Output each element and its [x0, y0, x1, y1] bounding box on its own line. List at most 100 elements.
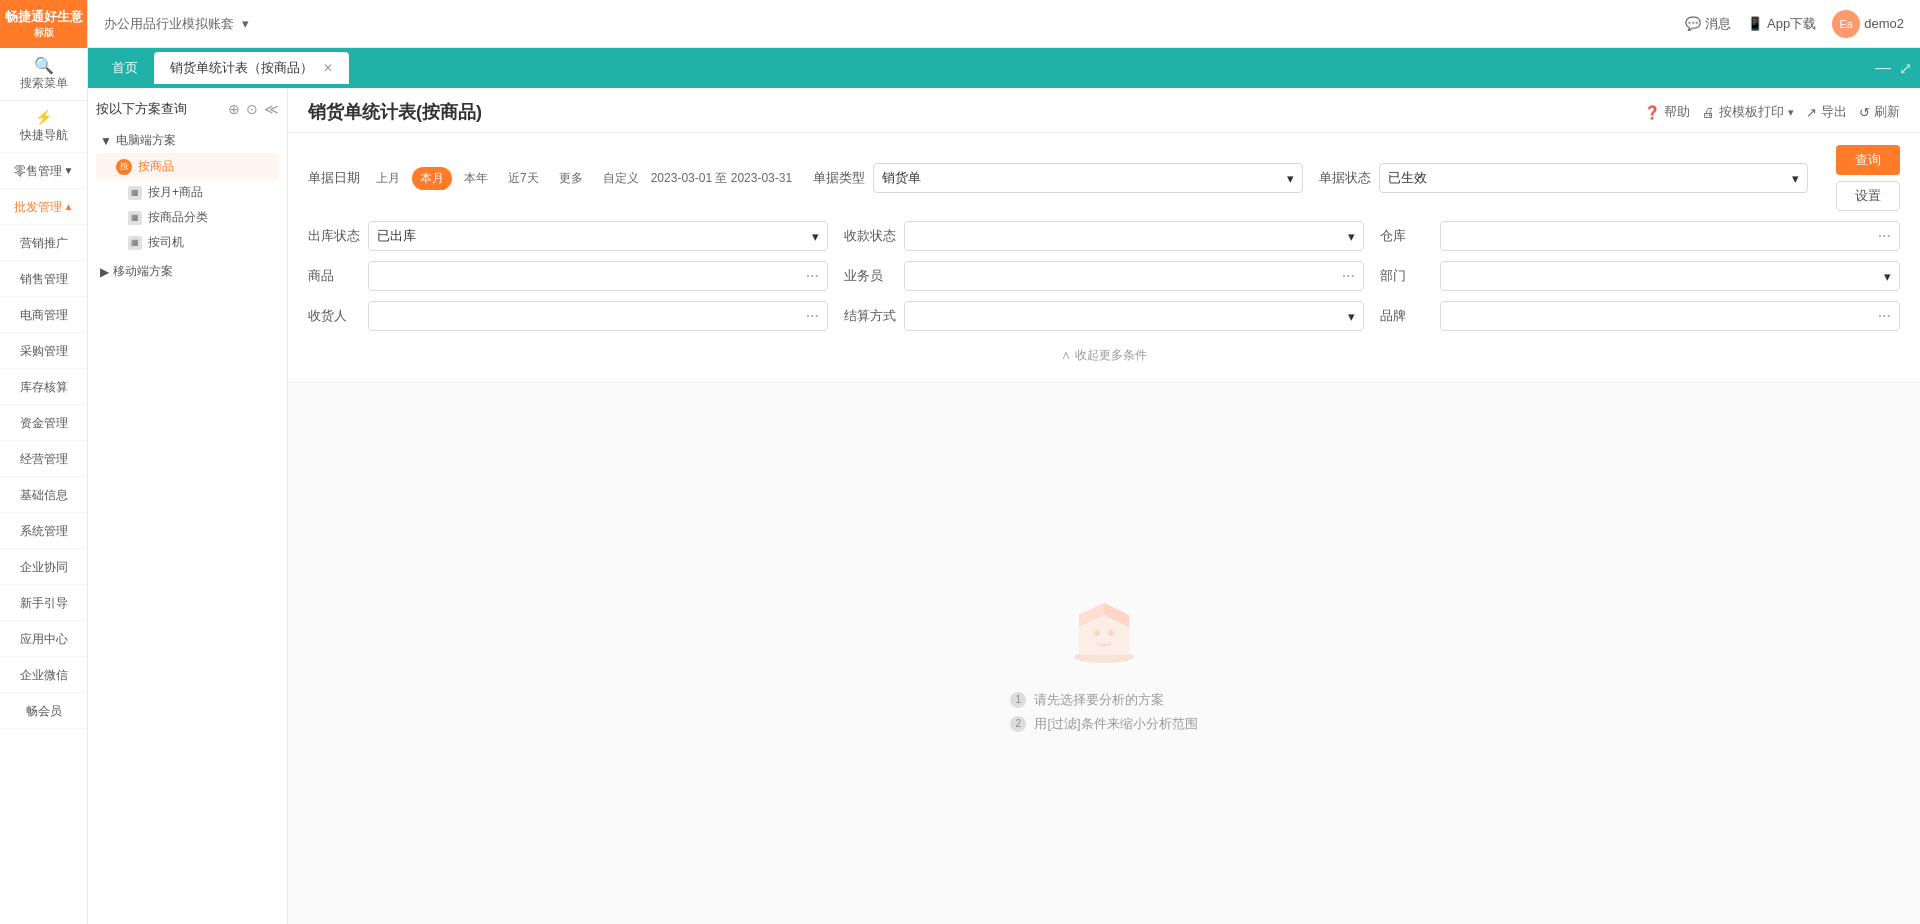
tree-item-by-month-goods[interactable]: ▦ 按月+商品 [96, 180, 279, 205]
brand-dots-icon[interactable]: ··· [1878, 307, 1891, 325]
expand-icon: ▼ [100, 134, 112, 148]
message-btn[interactable]: 💬 消息 [1685, 15, 1731, 33]
add-scheme-icon[interactable]: ⊕ [228, 101, 240, 117]
goods-dots-icon[interactable]: ··· [806, 267, 819, 285]
app-download-btn[interactable]: 📱 App下载 [1747, 15, 1816, 33]
table-icon-1: ▦ [128, 186, 142, 200]
print-btn[interactable]: 🖨 按模板打印 ▾ [1702, 103, 1794, 121]
sidebar-item-wholesale[interactable]: 批发管理 ▲ [0, 189, 87, 225]
payment-method-chevron-icon: ▾ [1348, 309, 1355, 324]
sidebar-item-sales[interactable]: 销售管理 [0, 261, 87, 297]
sidebar-item-operations[interactable]: 经营管理 [0, 441, 87, 477]
date-tab-more[interactable]: 更多 [551, 167, 591, 190]
date-tab-this-month[interactable]: 本月 [412, 167, 452, 190]
empty-tips: 1 请先选择要分析的方案 2 用[过滤]条件来缩小分析范围 [1010, 691, 1197, 733]
sidebar-item-finance[interactable]: 资金管理 [0, 405, 87, 441]
sidebar-item-marketing[interactable]: 营销推广 [0, 225, 87, 261]
logo-main: 畅捷通好生意 [5, 9, 83, 26]
top-header: 办公用品行业模拟账套 ▾ 💬 消息 📱 App下载 Ea demo2 [88, 0, 1920, 48]
desktop-label: 电脑端方案 [116, 132, 176, 149]
payment-status-label: 收款状态 [844, 227, 896, 245]
warehouse-status-select[interactable]: 已出库 ▾ [368, 221, 828, 251]
tab-close-icon[interactable]: ✕ [323, 61, 333, 75]
export-btn[interactable]: ↗ 导出 [1806, 103, 1847, 121]
filter-date: 单据日期 上月 本月 本年 近7天 更多 自定义 2023-03-01 至 20… [308, 167, 797, 190]
receiver-select[interactable]: ··· [368, 301, 828, 331]
refresh-icon: ↺ [1859, 105, 1870, 120]
help-btn[interactable]: ❓ 帮助 [1644, 103, 1690, 121]
edit-scheme-icon[interactable]: ⊙ [246, 101, 258, 117]
tip-num-1: 1 [1010, 692, 1026, 708]
print-dropdown-icon[interactable]: ▾ [1788, 106, 1794, 119]
collapse-bar[interactable]: ∧ 收起更多条件 [308, 341, 1900, 370]
payment-method-label: 结算方式 [844, 307, 896, 325]
header-right: 💬 消息 📱 App下载 Ea demo2 [1685, 10, 1904, 38]
dept-label: 部门 [1380, 267, 1432, 285]
tab-maximize-icon[interactable]: ⤢ [1899, 59, 1912, 78]
tree-item-by-category[interactable]: ▦ 按商品分类 [96, 205, 279, 230]
sidebar-item-app-center[interactable]: 应用中心 [0, 621, 87, 657]
query-button[interactable]: 查询 [1836, 145, 1900, 175]
date-tab-this-year[interactable]: 本年 [456, 167, 496, 190]
brand-label: 品牌 [1380, 307, 1432, 325]
sidebar-item-search-menu[interactable]: 🔍 搜索菜单 [0, 48, 87, 101]
print-icon: 🖨 [1702, 105, 1715, 120]
salesperson-select[interactable]: ··· [904, 261, 1364, 291]
warehouse-status-chevron-icon: ▾ [812, 229, 819, 244]
salesperson-dots-icon[interactable]: ··· [1342, 267, 1355, 285]
filter-goods: 商品 ··· [308, 261, 828, 291]
empty-tip-2: 2 用[过滤]条件来缩小分析范围 [1010, 715, 1197, 733]
tree-item-by-goods[interactable]: 按 按商品 [96, 153, 279, 180]
sidebar-item-enterprise[interactable]: 企业协同 [0, 549, 87, 585]
goods-select[interactable]: ··· [368, 261, 828, 291]
dept-select[interactable]: ▾ [1440, 261, 1900, 291]
sidebar-item-ecommerce[interactable]: 电商管理 [0, 297, 87, 333]
sidebar-item-basic[interactable]: 基础信息 [0, 477, 87, 513]
sidebar-item-system[interactable]: 系统管理 [0, 513, 87, 549]
filter-brand: 品牌 ··· [1380, 301, 1900, 331]
salesperson-label: 业务员 [844, 267, 896, 285]
sidebar-item-inventory[interactable]: 库存核算 [0, 369, 87, 405]
sidebar-item-retail[interactable]: 零售管理 ▼ [0, 153, 87, 189]
sidebar-item-quick-nav[interactable]: ⚡ 快捷导航 [0, 101, 87, 153]
dropdown-icon[interactable]: ▾ [242, 16, 249, 31]
mobile-section-header[interactable]: ▶ 移动端方案 [96, 259, 279, 284]
tree-item-by-cashier[interactable]: ▦ 按司机 [96, 230, 279, 255]
receiver-dots-icon[interactable]: ··· [806, 307, 819, 325]
filter-warehouse: 仓库 ··· [1380, 221, 1900, 251]
filter-btn-area: 查询 设置 [1836, 145, 1900, 211]
payment-method-select[interactable]: ▾ [904, 301, 1364, 331]
date-tab-7days[interactable]: 近7天 [500, 167, 547, 190]
tab-home[interactable]: 首页 [96, 52, 154, 84]
filter-doc-status: 单据状态 已生效 ▾ [1319, 163, 1808, 193]
logo-sub: 标版 [34, 26, 54, 39]
sidebar-item-vip[interactable]: 畅会员 [0, 693, 87, 729]
collapse-panel-icon[interactable]: ≪ [264, 101, 279, 117]
page-actions: ❓ 帮助 🖨 按模板打印 ▾ ↗ 导出 ↺ 刷新 [1644, 103, 1900, 121]
sidebar-item-wechat[interactable]: 企业微信 [0, 657, 87, 693]
date-filter: 上月 本月 本年 近7天 更多 自定义 2023-03-01 至 2023-03… [368, 167, 797, 190]
doc-status-select[interactable]: 已生效 ▾ [1379, 163, 1808, 193]
date-tabs: 上月 本月 本年 近7天 更多 自定义 [368, 167, 647, 190]
sidebar-item-purchase[interactable]: 采购管理 [0, 333, 87, 369]
date-tab-last-month[interactable]: 上月 [368, 167, 408, 190]
warehouse-select[interactable]: ··· [1440, 221, 1900, 251]
user-menu[interactable]: Ea demo2 [1832, 10, 1904, 38]
tab-sales-stats[interactable]: 销货单统计表（按商品） ✕ [154, 52, 349, 84]
header-left: 办公用品行业模拟账套 ▾ [104, 15, 249, 33]
tab-minimize-icon[interactable]: — [1875, 59, 1891, 78]
payment-status-select[interactable]: ▾ [904, 221, 1364, 251]
svg-point-5 [1094, 630, 1100, 636]
date-tab-custom[interactable]: 自定义 [595, 167, 647, 190]
filter-row-3: 商品 ··· 业务员 ··· 部门 [308, 261, 1900, 291]
brand-select[interactable]: ··· [1440, 301, 1900, 331]
desktop-section-header[interactable]: ▼ 电脑端方案 [96, 128, 279, 153]
warehouse-dots-icon[interactable]: ··· [1878, 227, 1891, 245]
sidebar-item-guide[interactable]: 新手引导 [0, 585, 87, 621]
doc-type-select[interactable]: 销货单 ▾ [873, 163, 1302, 193]
table-icon-3: ▦ [128, 236, 142, 250]
empty-tip-1: 1 请先选择要分析的方案 [1010, 691, 1197, 709]
setting-button[interactable]: 设置 [1836, 181, 1900, 211]
filter-payment-status: 收款状态 ▾ [844, 221, 1364, 251]
refresh-btn[interactable]: ↺ 刷新 [1859, 103, 1900, 121]
